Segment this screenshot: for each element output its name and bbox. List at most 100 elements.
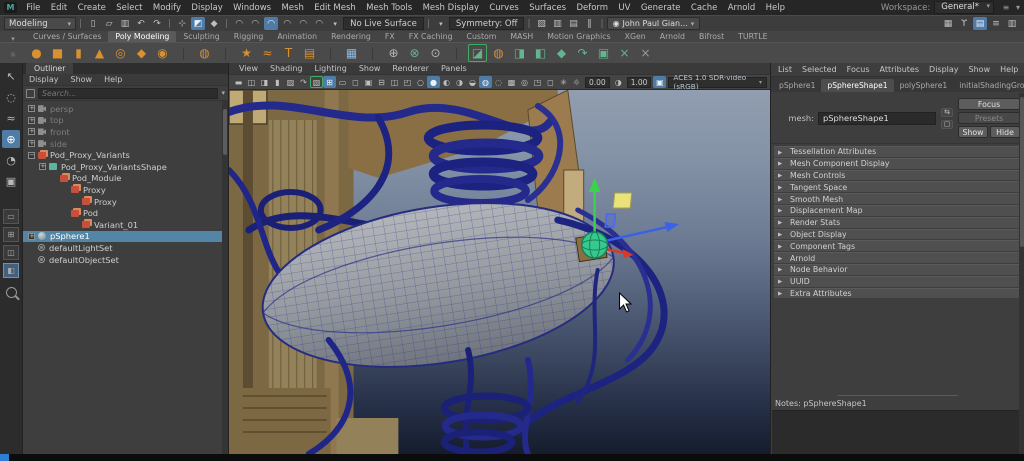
view-transform-dropdown[interactable]: ACES 1.0 SDR-video (sRGB) ▾ [668,75,767,89]
viewport-menu-item[interactable]: Shading [264,64,309,73]
attribute-editor-menu-item[interactable]: Help [995,65,1023,74]
grease-pencil-icon[interactable]: ▧ [310,76,323,88]
live-surface-field[interactable]: No Live Surface [343,17,424,30]
attribute-section-header[interactable]: Node Behavior [774,263,1021,275]
retopo-icon[interactable]: × [615,44,634,62]
outliner-item[interactable]: + top [23,115,228,127]
attribute-editor-menu-item[interactable]: Show [964,65,996,74]
menu-item[interactable]: Edit [46,3,73,13]
scale-tool[interactable]: ▣ [2,172,20,190]
use-all-lights-icon[interactable]: ◑ [453,76,466,88]
combine-icon[interactable]: ◆ [552,44,571,62]
attribute-section-header[interactable]: Mesh Component Display [774,157,1021,169]
outliner-item[interactable]: Variant_01 [23,219,228,231]
bookmark-icon[interactable]: ▮ [271,76,284,88]
attribute-section-header[interactable]: Object Display [774,228,1021,240]
shelf-tab[interactable]: Bifrost [692,31,731,42]
poly-plane-icon[interactable]: ◆ [132,44,151,62]
attribute-section-header[interactable]: Mesh Controls [774,169,1021,181]
outliner-item[interactable]: Proxy [23,184,228,196]
expand-toggle-icon[interactable]: + [28,140,35,148]
curve-wave-icon[interactable]: ≈ [258,44,277,62]
outliner-menu-item[interactable]: Show [65,75,99,84]
shelf-tab[interactable]: Motion Graphics [540,31,617,42]
boolean-difference-icon[interactable]: ◨ [510,44,529,62]
outliner-item[interactable]: − Pod_Proxy_Variants [23,149,228,161]
expand-toggle-icon[interactable]: + [28,116,35,124]
snap-point-icon[interactable]: ◠ [264,17,279,30]
redo-icon[interactable]: ↷ [150,17,164,30]
workspace-value[interactable]: General* [934,1,994,14]
shelf-tab[interactable]: TURTLE [731,31,774,42]
layout-four-pane[interactable]: ⊞ [3,227,19,242]
chevron-down-icon[interactable]: ▾ [221,89,225,97]
screen-space-ao-icon[interactable]: ◍ [479,76,492,88]
wireframe-icon[interactable]: ○ [414,76,427,88]
attribute-section-header[interactable]: Tangent Space [774,181,1021,193]
undo-icon[interactable]: ↶ [134,17,148,30]
notes-field[interactable] [772,410,1023,454]
poly-cylinder-icon[interactable]: ▮ [69,44,88,62]
gamma-icon[interactable]: ◑ [612,76,625,88]
menu-item[interactable]: Modify [148,3,187,13]
window-collapse-icon[interactable]: ▾ [1012,3,1024,12]
calculator-icon[interactable]: ▦ [342,44,361,62]
select-hierarchy-icon[interactable]: ⊹ [175,17,189,30]
outliner-menu-item[interactable]: Help [98,75,128,84]
poly-cone-icon[interactable]: ▲ [90,44,109,62]
attribute-section-header[interactable]: Component Tags [774,240,1021,252]
locator-icon[interactable]: ⊗ [405,44,424,62]
attribute-editor-menu-item[interactable]: Display [924,65,964,74]
menu-item[interactable]: Mesh [276,3,309,13]
menu-item[interactable]: Surfaces [524,3,571,13]
attribute-editor-menu-item[interactable]: List [773,65,797,74]
layout-two-pane[interactable]: ◫ [3,245,19,260]
camera-attributes-icon[interactable]: ◨ [258,76,271,88]
shelf-tab[interactable]: Custom [460,31,504,42]
attribute-section-header[interactable]: UUID [774,275,1021,287]
attribute-editor-menu-item[interactable]: Selected [797,65,842,74]
snap-curve-icon[interactable]: ◠ [248,17,262,30]
outliner-item[interactable]: + persp [23,103,228,115]
tool-settings-icon[interactable]: ≡ [989,17,1003,30]
snap-projected-icon[interactable]: ◠ [280,17,294,30]
render-icon[interactable]: ▧ [535,17,549,30]
attribute-editor-tab[interactable]: pSphereShape1 [821,79,894,92]
file-save-icon[interactable]: ▥ [118,17,132,30]
smooth-mesh-icon[interactable]: ◪ [468,44,487,62]
menu-item[interactable]: Windows [228,3,276,13]
resolution-gate-icon[interactable]: ◻ [349,76,362,88]
layout-single-pane[interactable]: ▭ [3,209,19,224]
shelf-tab[interactable]: Poly Modeling [108,31,177,42]
menu-item[interactable]: Edit Mesh [309,3,361,13]
outliner-scrollbar[interactable] [222,101,228,454]
outliner-item[interactable]: + front [23,126,228,138]
shelf-tab[interactable]: Arnold [653,31,692,42]
lock-camera-icon[interactable]: ◫ [245,76,258,88]
humanik-icon[interactable]: ϒ [957,17,971,30]
rotate-tool[interactable]: ◔ [2,151,20,169]
motion-blur-icon[interactable]: ◌ [492,76,505,88]
menu-item[interactable]: UV [613,3,635,13]
attribute-editor-scrollbar[interactable] [1019,93,1024,454]
attribute-section-header[interactable]: Render Stats [774,216,1021,228]
menu-item[interactable]: Help [760,3,790,13]
textured-icon[interactable]: ◐ [440,76,453,88]
multisample-icon[interactable]: ▩ [505,76,518,88]
expand-toggle-icon[interactable]: + [39,163,46,171]
depth-of-field-icon[interactable]: ◎ [518,76,531,88]
menu-item[interactable]: Mesh Display [417,3,484,13]
chevron-down-icon[interactable]: ▾ [434,17,448,30]
isolate-select-icon[interactable]: ◳ [531,76,544,88]
workspace-selector[interactable]: Workspace: General* [881,1,994,14]
select-component-icon[interactable]: ◆ [207,17,221,30]
svg-tool-icon[interactable]: ▤ [300,44,319,62]
select-tool[interactable]: ↖ [2,67,20,85]
shelf-tab[interactable]: Curves / Surfaces [26,31,108,42]
attribute-editor-menu-item[interactable]: Focus [842,65,875,74]
color-management-icon[interactable]: ▣ [653,76,667,88]
attribute-section-header[interactable]: Extra Attributes [774,287,1021,299]
zoom-search-icon[interactable] [5,287,17,298]
focus-button[interactable]: Focus [958,98,1020,110]
sep[interactable]: | [321,44,340,62]
